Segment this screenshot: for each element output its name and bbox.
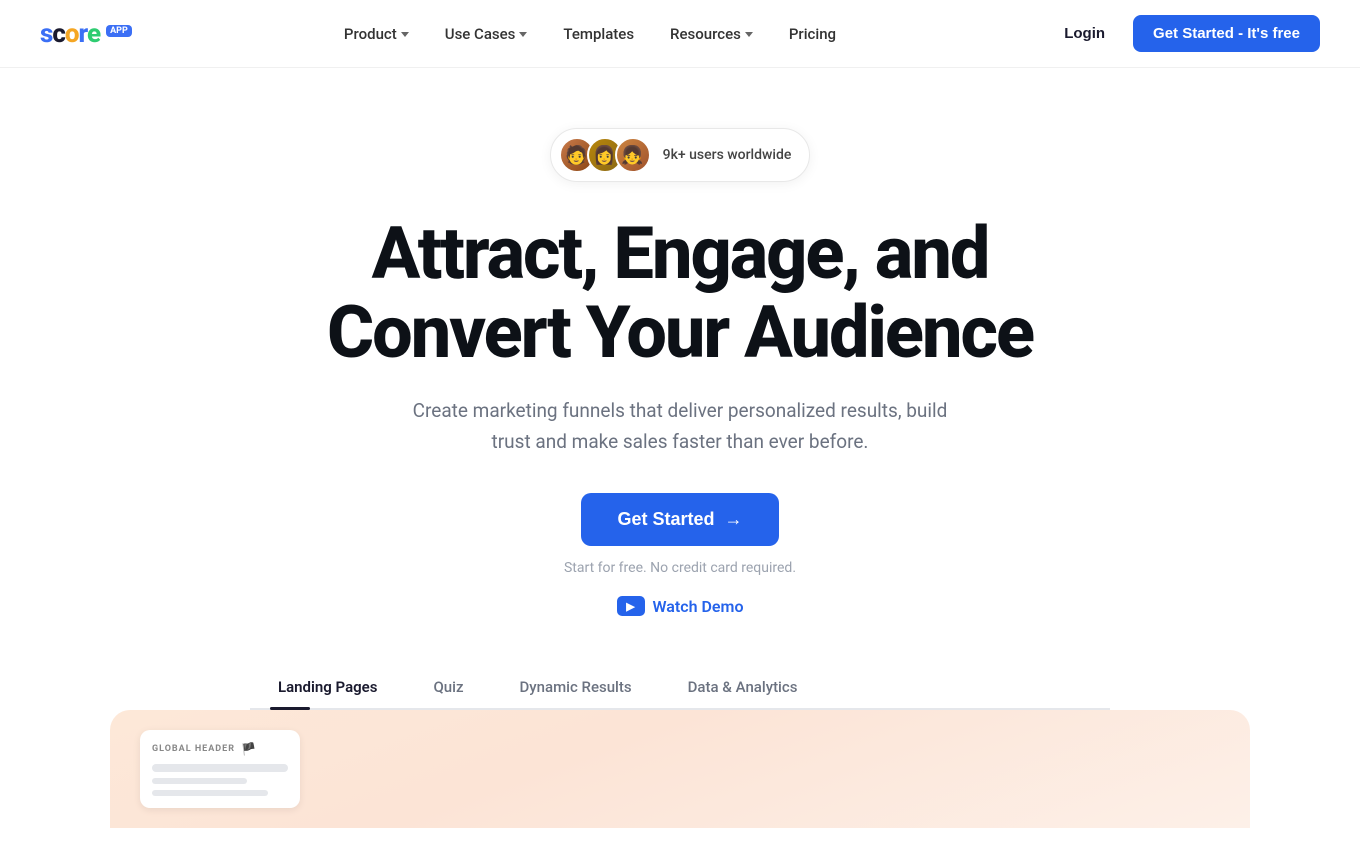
avatar: 👧	[615, 137, 651, 173]
nav-item-resources[interactable]: Resources	[656, 17, 767, 51]
users-count-text: 9k+ users worldwide	[663, 147, 792, 163]
hero-section: 🧑 👩 👧 9k+ users worldwide Attract, Engag…	[0, 68, 1360, 710]
nav-actions: Login Get Started - It's free	[1048, 15, 1320, 52]
navbar: score APP Product Use Cases Templates Re…	[0, 0, 1360, 68]
arrow-right-icon: →	[725, 509, 743, 530]
tab-quiz[interactable]: Quiz	[405, 666, 491, 708]
tab-data-analytics[interactable]: Data & Analytics	[660, 666, 826, 708]
logo-link[interactable]: score APP	[40, 19, 132, 49]
preview-card: GLOBAL HEADER 🏴	[110, 710, 1250, 828]
nav-links: Product Use Cases Templates Resources Pr…	[330, 17, 850, 51]
logo-badge: APP	[106, 25, 132, 37]
nav-item-product[interactable]: Product	[330, 17, 423, 51]
nav-item-templates[interactable]: Templates	[549, 17, 648, 51]
chevron-down-icon	[519, 32, 527, 37]
tab-dynamic-results[interactable]: Dynamic Results	[492, 666, 660, 708]
video-icon: ▶	[617, 596, 645, 616]
preview-section: GLOBAL HEADER 🏴	[90, 710, 1270, 828]
tab-landing-pages[interactable]: Landing Pages	[250, 666, 405, 708]
nav-item-pricing[interactable]: Pricing	[775, 17, 850, 51]
logo-text: score	[40, 19, 100, 49]
login-button[interactable]: Login	[1048, 17, 1121, 50]
chevron-down-icon	[745, 32, 753, 37]
hero-title: Attract, Engage, and Convert Your Audien…	[327, 214, 1033, 372]
chevron-down-icon	[401, 32, 409, 37]
tabs-nav: Landing Pages Quiz Dynamic Results Data …	[250, 666, 1110, 710]
preview-sidebar: GLOBAL HEADER 🏴	[140, 730, 300, 808]
hero-subtitle: Create marketing funnels that deliver pe…	[400, 396, 960, 457]
users-badge: 🧑 👩 👧 9k+ users worldwide	[550, 128, 811, 182]
get-started-nav-button[interactable]: Get Started - It's free	[1133, 15, 1320, 52]
avatar-group: 🧑 👩 👧	[559, 137, 651, 173]
watch-demo-link[interactable]: ▶ Watch Demo	[617, 596, 744, 616]
get-started-hero-button[interactable]: Get Started →	[581, 493, 778, 546]
hero-note: Start for free. No credit card required.	[564, 560, 796, 576]
nav-item-use-cases[interactable]: Use Cases	[431, 17, 542, 51]
preview-sidebar-label: GLOBAL HEADER 🏴	[152, 742, 288, 756]
tabs-section: Landing Pages Quiz Dynamic Results Data …	[250, 666, 1110, 710]
